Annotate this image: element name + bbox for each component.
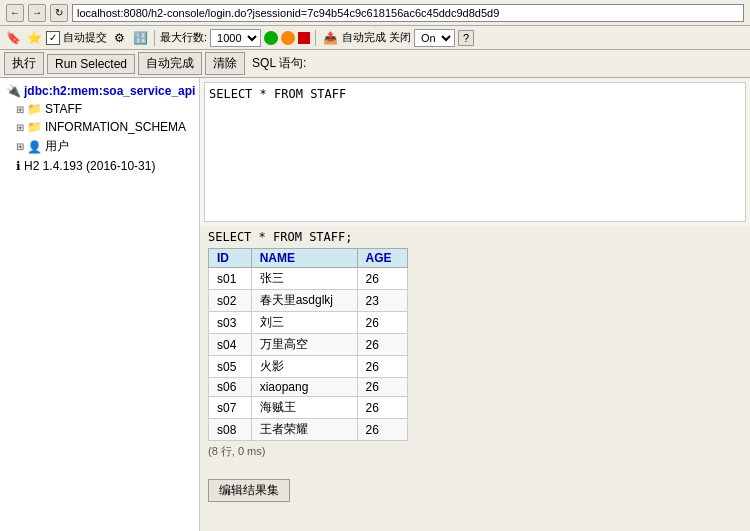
table-cell: 王者荣耀 [251, 419, 357, 441]
result-info: (8 行, 0 ms) [208, 444, 742, 459]
auto-submit-label: 自动提交 [63, 30, 107, 45]
auto-select-dropdown[interactable]: On Off [414, 29, 455, 47]
table-cell: 海贼王 [251, 397, 357, 419]
table-cell: s06 [209, 378, 252, 397]
result-query: SELECT * FROM STAFF; [208, 230, 742, 244]
sql-label: SQL 语句: [252, 55, 306, 72]
max-rows-label: 最大行数: [160, 30, 207, 45]
table-cell: 张三 [251, 268, 357, 290]
table-cell: 刘三 [251, 312, 357, 334]
back-button[interactable]: ← [6, 4, 24, 22]
result-table: ID NAME AGE s01张三26s02春天里asdglkj23s03刘三2… [208, 248, 408, 441]
table-cell: 26 [357, 356, 407, 378]
table-cell: xiaopang [251, 378, 357, 397]
table-cell: s04 [209, 334, 252, 356]
sidebar-item-version: ℹ H2 1.4.193 (2016-10-31) [0, 157, 199, 175]
expand-icon-users: ⊞ [16, 141, 24, 152]
sidebar-item-users[interactable]: ⊞ 👤 用户 [0, 136, 199, 157]
table-cell: s01 [209, 268, 252, 290]
table-cell: 26 [357, 312, 407, 334]
export-icon[interactable]: 📤 [321, 29, 339, 47]
table-cell: s02 [209, 290, 252, 312]
table-cell: 万里高空 [251, 334, 357, 356]
stop-icon[interactable] [298, 32, 310, 44]
table-row: s03刘三26 [209, 312, 408, 334]
sql-editor-container [204, 82, 746, 222]
sidebar-item-staff[interactable]: ⊞ 📁 STAFF [0, 100, 199, 118]
results-area: SELECT * FROM STAFF; ID NAME AGE s01张三26… [200, 226, 750, 531]
main-container: 🔌 jdbc:h2:mem:soa_service_api ⊞ 📁 STAFF … [0, 78, 750, 531]
run-selected-button[interactable]: Run Selected [47, 54, 135, 74]
table-cell: s08 [209, 419, 252, 441]
execute-button[interactable]: 执行 [4, 52, 44, 75]
settings-icon[interactable]: ⚙ [110, 29, 128, 47]
address-bar[interactable] [72, 4, 744, 22]
table-cell: 26 [357, 378, 407, 397]
right-panel: SELECT * FROM STAFF; ID NAME AGE s01张三26… [200, 78, 750, 531]
table-cell: 26 [357, 397, 407, 419]
auto-complete-h2-button[interactable]: 自动完成 [138, 52, 202, 75]
table-cell: 23 [357, 290, 407, 312]
table-cell: 26 [357, 419, 407, 441]
table-cell: s05 [209, 356, 252, 378]
expand-icon-staff: ⊞ [16, 104, 24, 115]
browser-bar: ← → ↻ [0, 0, 750, 26]
folder-icon-info: 📁 [27, 120, 42, 134]
toolbar2: 🔖 ⭐ ✓ 自动提交 ⚙ 🔢 最大行数: 1000 📤 自动完成 关闭 On O… [0, 26, 750, 50]
table-cell: s03 [209, 312, 252, 334]
table-row: s01张三26 [209, 268, 408, 290]
h2-toolbar: 执行 Run Selected 自动完成 清除 SQL 语句: [0, 50, 750, 78]
sidebar: 🔌 jdbc:h2:mem:soa_service_api ⊞ 📁 STAFF … [0, 78, 200, 531]
close-label: 关闭 [389, 30, 411, 45]
bookmark-icon[interactable]: 🔖 [4, 29, 22, 47]
auto-submit-checkbox[interactable]: ✓ [46, 31, 60, 45]
table-cell: 火影 [251, 356, 357, 378]
table-cell: 26 [357, 334, 407, 356]
table-row: s08王者荣耀26 [209, 419, 408, 441]
table-row: s05火影26 [209, 356, 408, 378]
star-icon[interactable]: ⭐ [25, 29, 43, 47]
users-icon: 👤 [27, 140, 42, 154]
table-row: s07海贼王26 [209, 397, 408, 419]
table-row: s04万里高空26 [209, 334, 408, 356]
forward-button[interactable]: → [28, 4, 46, 22]
clear-button[interactable]: 清除 [205, 52, 245, 75]
table-cell: s07 [209, 397, 252, 419]
table-icon-staff: 📁 [27, 102, 42, 116]
refresh-button[interactable]: ↻ [50, 4, 68, 22]
edit-result-button[interactable]: 编辑结果集 [208, 479, 290, 502]
col-header-age: AGE [357, 249, 407, 268]
version-icon: ℹ [16, 159, 21, 173]
max-rows-select[interactable]: 1000 [210, 29, 261, 47]
col-header-id: ID [209, 249, 252, 268]
pause-icon[interactable] [281, 31, 295, 45]
sql-textarea[interactable] [205, 83, 745, 221]
info-icon[interactable]: 🔢 [131, 29, 149, 47]
help-button[interactable]: ? [458, 30, 474, 46]
table-row: s02春天里asdglkj23 [209, 290, 408, 312]
auto-complete-label: 自动完成 [342, 30, 386, 45]
table-cell: 春天里asdglkj [251, 290, 357, 312]
col-header-name: NAME [251, 249, 357, 268]
expand-icon-info: ⊞ [16, 122, 24, 133]
db-icon: 🔌 [6, 84, 21, 98]
table-row: s06xiaopang26 [209, 378, 408, 397]
table-cell: 26 [357, 268, 407, 290]
run-icon[interactable] [264, 31, 278, 45]
sidebar-db-name[interactable]: 🔌 jdbc:h2:mem:soa_service_api [0, 82, 199, 100]
sidebar-item-info-schema[interactable]: ⊞ 📁 INFORMATION_SCHEMA [0, 118, 199, 136]
